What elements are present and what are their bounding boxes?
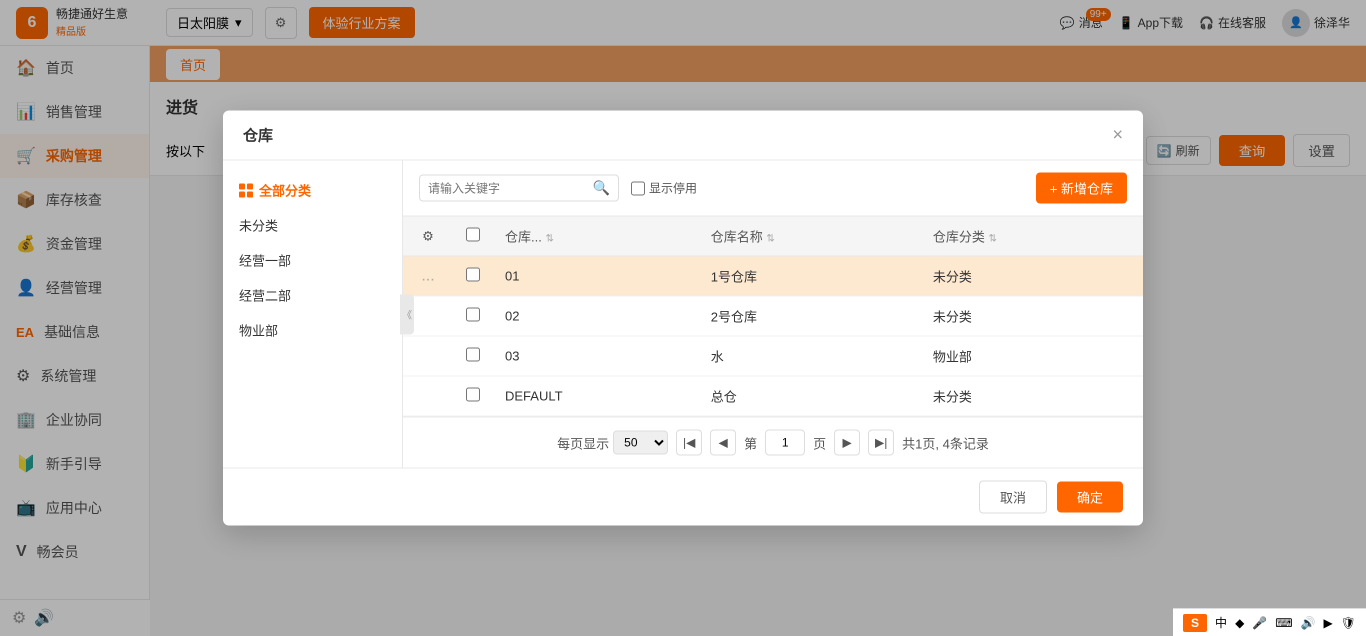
table-header-row: ⚙ 仓库... ⇅ 仓库名称 ⇅ xyxy=(403,217,1143,257)
row-name: 总仓 xyxy=(699,376,921,416)
modal-header: 仓库 × xyxy=(223,111,1143,161)
category-item-unclassified[interactable]: 未分类 xyxy=(223,208,402,243)
th-category: 仓库分类 ⇅ xyxy=(921,217,1143,257)
row-category: 物业部 xyxy=(921,336,1143,376)
modal-footer: 取消 确定 xyxy=(223,468,1143,526)
cancel-btn[interactable]: 取消 xyxy=(979,481,1047,514)
status-mic: 🎤 xyxy=(1252,616,1267,630)
add-warehouse-btn[interactable]: + 新增仓库 xyxy=(1036,173,1127,204)
category-item-ops1[interactable]: 经营一部 xyxy=(223,243,402,278)
select-all-checkbox[interactable] xyxy=(466,228,480,242)
warehouse-table: ⚙ 仓库... ⇅ 仓库名称 ⇅ xyxy=(403,217,1143,417)
confirm-btn[interactable]: 确定 xyxy=(1057,482,1123,513)
row-checkbox-cell xyxy=(453,296,493,336)
last-page-btn[interactable]: ▶| xyxy=(868,430,894,456)
action-dots-icon[interactable]: ... xyxy=(421,267,434,284)
row-index: 01 xyxy=(493,256,699,296)
page-suffix: 页 xyxy=(813,433,826,452)
table-row: 03 水 物业部 xyxy=(403,336,1143,376)
row-actions: ... xyxy=(403,256,453,296)
page-number-input[interactable] xyxy=(765,430,805,456)
status-play: ▶ xyxy=(1324,616,1333,630)
table-row: 02 2号仓库 未分类 xyxy=(403,296,1143,336)
content-panel: 🔍 显示停用 + 新增仓库 ⚙ xyxy=(403,161,1143,468)
row-name: 2号仓库 xyxy=(699,296,921,336)
status-shield: 🛡 xyxy=(1341,616,1356,630)
row-actions xyxy=(403,336,453,376)
row-checkbox-cell xyxy=(453,336,493,376)
warehouse-modal: 仓库 × 全部分类 未分类 经营一部 经营二部 物业部 《 xyxy=(223,111,1143,526)
th-category-label: 仓库分类 xyxy=(933,230,985,245)
grid-icon xyxy=(239,183,253,197)
status-keyboard: ⌨ xyxy=(1275,616,1292,630)
row-checkbox[interactable] xyxy=(466,348,480,362)
pagination: 每页显示 50 10 20 100 |◀ ◀ 第 页 ▶ ▶| 共1页, 4条记… xyxy=(403,417,1143,468)
modal-body: 全部分类 未分类 经营一部 经营二部 物业部 《 🔍 显示停用 xyxy=(223,161,1143,468)
modal-title: 仓库 xyxy=(243,125,273,146)
row-checkbox[interactable] xyxy=(466,268,480,282)
status-dot: ◆ xyxy=(1235,616,1244,630)
category-item-property[interactable]: 物业部 xyxy=(223,313,402,348)
row-checkbox[interactable] xyxy=(466,388,480,402)
row-actions xyxy=(403,376,453,416)
page-size-select: 每页显示 50 10 20 100 xyxy=(557,431,668,455)
show-disabled-checkbox[interactable] xyxy=(631,181,645,195)
row-index: 03 xyxy=(493,336,699,376)
page-label: 第 xyxy=(744,433,757,452)
collapse-icon: 《 xyxy=(402,307,412,322)
row-name: 1号仓库 xyxy=(699,256,921,296)
per-page-dropdown[interactable]: 50 10 20 100 xyxy=(613,431,668,455)
sort-name-icon[interactable]: ⇅ xyxy=(766,234,774,245)
warehouse-search-input[interactable] xyxy=(428,181,593,195)
sort-category-icon[interactable]: ⇅ xyxy=(989,234,997,245)
search-icon: 🔍 xyxy=(593,180,610,197)
show-disabled-label[interactable]: 显示停用 xyxy=(631,180,697,197)
prev-page-btn[interactable]: ◀ xyxy=(710,430,736,456)
row-checkbox-cell xyxy=(453,256,493,296)
status-s-icon: S xyxy=(1183,614,1207,632)
next-page-btn[interactable]: ▶ xyxy=(834,430,860,456)
category-all[interactable]: 全部分类 xyxy=(223,173,402,208)
first-page-btn[interactable]: |◀ xyxy=(676,430,702,456)
warehouse-search-box[interactable]: 🔍 xyxy=(419,175,619,202)
category-item-ops2[interactable]: 经营二部 xyxy=(223,278,402,313)
row-checkbox[interactable] xyxy=(466,308,480,322)
row-index: 02 xyxy=(493,296,699,336)
status-bar: S 中 ◆ 🎤 ⌨ 🔊 ▶ 🛡 xyxy=(1173,608,1366,636)
row-checkbox-cell xyxy=(453,376,493,416)
th-name: 仓库名称 ⇅ xyxy=(699,217,921,257)
row-category: 未分类 xyxy=(921,256,1143,296)
category-panel: 全部分类 未分类 经营一部 经营二部 物业部 《 xyxy=(223,161,403,468)
th-settings[interactable]: ⚙ xyxy=(403,217,453,257)
total-info: 共1页, 4条记录 xyxy=(902,433,989,452)
sort-code-icon[interactable]: ⇅ xyxy=(545,234,553,245)
row-name: 水 xyxy=(699,336,921,376)
th-code-label: 仓库... xyxy=(505,230,542,245)
table-row: ... 01 1号仓库 未分类 xyxy=(403,256,1143,296)
row-category: 未分类 xyxy=(921,376,1143,416)
modal-close-btn[interactable]: × xyxy=(1112,125,1123,146)
data-table: ⚙ 仓库... ⇅ 仓库名称 ⇅ xyxy=(403,217,1143,417)
table-row: DEFAULT 总仓 未分类 xyxy=(403,376,1143,416)
category-all-label: 全部分类 xyxy=(259,181,311,200)
per-page-label: 每页显示 xyxy=(557,433,609,452)
status-chinese: 中 xyxy=(1215,614,1227,631)
row-index: DEFAULT xyxy=(493,376,699,416)
row-category: 未分类 xyxy=(921,296,1143,336)
collapse-panel-btn[interactable]: 《 xyxy=(400,294,414,334)
th-code: 仓库... ⇅ xyxy=(493,217,699,257)
status-speaker: 🔊 xyxy=(1301,616,1316,630)
content-toolbar: 🔍 显示停用 + 新增仓库 xyxy=(403,161,1143,217)
th-name-label: 仓库名称 xyxy=(711,230,763,245)
th-checkbox[interactable] xyxy=(453,217,493,257)
show-disabled-text: 显示停用 xyxy=(649,180,697,197)
